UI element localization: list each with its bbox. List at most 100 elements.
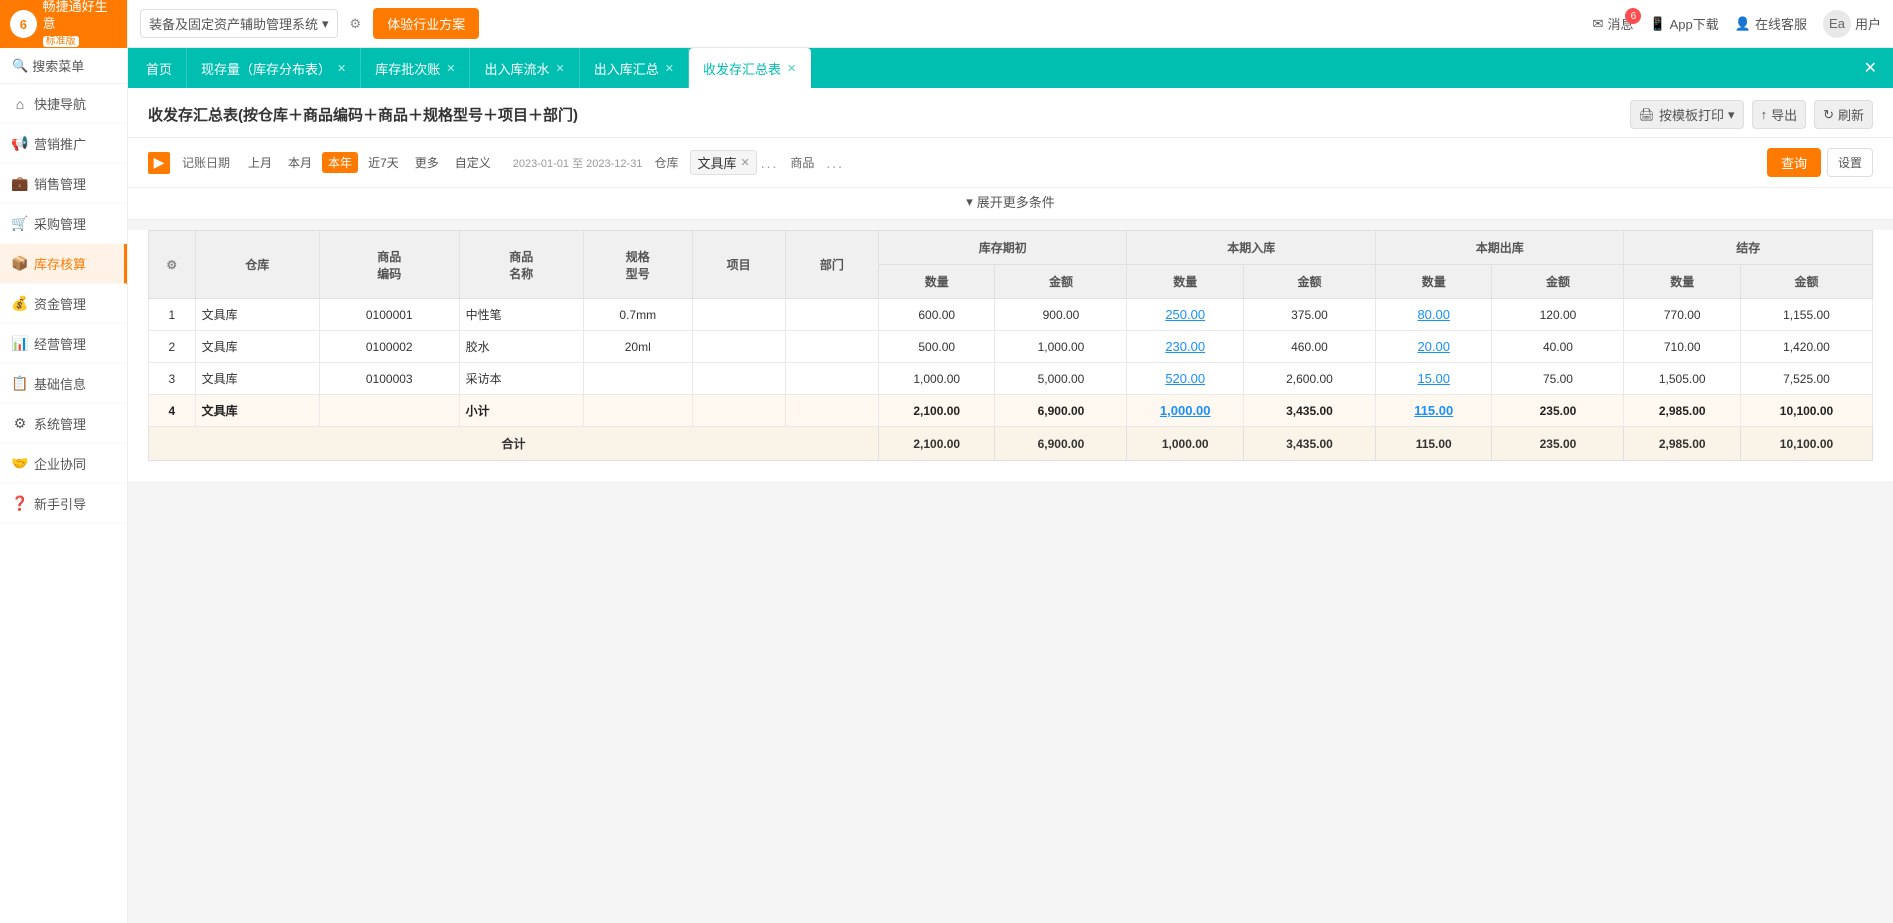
col-group-incoming: 本期入库 xyxy=(1127,231,1376,265)
sidebar-item-inventory[interactable]: 📦 库存核算 xyxy=(0,244,127,284)
tab-batch-ledger[interactable]: 库存批次账 ✕ xyxy=(361,48,470,88)
sidebar-item-collab[interactable]: 🤝 企业协同 xyxy=(0,444,127,484)
col-group-outgoing: 本期出库 xyxy=(1375,231,1624,265)
collab-icon: 🤝 xyxy=(12,456,28,472)
sidebar-item-finance[interactable]: 💰 资金管理 xyxy=(0,284,127,324)
export-button[interactable]: ↑ 导出 xyxy=(1752,100,1807,129)
col-subheader-in-amt: 金额 xyxy=(1243,265,1375,299)
tab-close-batch-ledger[interactable]: ✕ xyxy=(446,62,455,75)
filter-toggle-button[interactable]: ▶ xyxy=(148,152,170,174)
footer-out-qty: 115.00 xyxy=(1375,427,1491,461)
warehouse-filter-label: 仓库 xyxy=(654,154,678,171)
expand-more-button[interactable]: ▾ 展开更多条件 xyxy=(966,192,1055,211)
table-row: 4文具库小计2,100.006,900.001,000.003,435.0011… xyxy=(149,395,1873,427)
sidebar-item-guide[interactable]: ❓ 新手引导 xyxy=(0,484,127,524)
chevron-down-icon: ▾ xyxy=(1728,107,1735,123)
tab-close-stock-summary[interactable]: ✕ xyxy=(787,62,796,75)
chevron-down-icon: ▾ xyxy=(966,194,973,210)
goods-filter-label: 商品 xyxy=(790,154,814,171)
col-subheader-open-qty: 数量 xyxy=(878,265,994,299)
query-button[interactable]: 查询 xyxy=(1767,148,1821,177)
sidebar-item-operations[interactable]: 📊 经营管理 xyxy=(0,324,127,364)
tab-close-inout-summary[interactable]: ✕ xyxy=(665,62,674,75)
warehouse-tag-remove[interactable]: ✕ xyxy=(740,156,749,169)
purchase-icon: 🛒 xyxy=(12,216,28,232)
out-qty-link[interactable]: 15.00 xyxy=(1417,371,1450,386)
date-opt-custom[interactable]: 自定义 xyxy=(449,152,497,173)
tab-inventory-dist[interactable]: 现存量（库存分布表） ✕ xyxy=(187,48,361,88)
warehouse-tag[interactable]: 文具库 ✕ xyxy=(690,150,756,175)
sidebar-search-menu[interactable]: 🔍 搜索菜单 xyxy=(0,48,127,84)
date-opt-this-month[interactable]: 本月 xyxy=(282,152,318,173)
col-header-project: 项目 xyxy=(692,231,785,299)
online-support-button[interactable]: 👤 在线客服 xyxy=(1735,14,1807,33)
table-footer-row: 合计 2,100.00 6,900.00 1,000.00 3,435.00 1… xyxy=(149,427,1873,461)
date-filter-label: 记账日期 xyxy=(182,154,230,171)
footer-in-qty: 1,000.00 xyxy=(1127,427,1243,461)
footer-open-amt: 6,900.00 xyxy=(995,427,1127,461)
app-logo-icon: 6 xyxy=(10,10,37,38)
footer-label: 合计 xyxy=(149,427,879,461)
col-header-code: 商品编码 xyxy=(319,231,459,299)
goods-more-button[interactable]: ... xyxy=(826,155,844,171)
tab-close-inout-flow[interactable]: ✕ xyxy=(556,62,565,75)
table-settings-icon[interactable]: ⚙ xyxy=(149,231,196,299)
export-icon: ↑ xyxy=(1761,107,1768,122)
sidebar-item-quicknav[interactable]: ⌂ 快捷导航 xyxy=(0,84,127,124)
date-range-display: 2023-01-01 至 2023-12-31 xyxy=(513,155,643,171)
refresh-button[interactable]: ↻ 刷新 xyxy=(1814,100,1873,129)
filter-actions: 查询 设置 xyxy=(1767,148,1873,177)
col-group-opening: 库存期初 xyxy=(878,231,1127,265)
app-download-button[interactable]: 📱 App下载 xyxy=(1649,14,1718,33)
page-actions: 🖨 按模板打印 ▾ ↑ 导出 ↻ 刷新 xyxy=(1630,100,1874,129)
basicinfo-icon: 📋 xyxy=(12,376,28,392)
out-qty-link[interactable]: 80.00 xyxy=(1417,307,1450,322)
footer-close-qty: 2,985.00 xyxy=(1624,427,1740,461)
close-all-tabs-button[interactable]: ✕ xyxy=(1852,58,1889,78)
template-print-button[interactable]: 🖨 按模板打印 ▾ xyxy=(1630,100,1744,129)
date-options: 上月 本月 本年 近7天 更多 自定义 xyxy=(242,152,497,173)
tab-stock-summary[interactable]: 收发存汇总表 ✕ xyxy=(689,48,811,88)
out-qty-link[interactable]: 115.00 xyxy=(1414,403,1453,418)
tab-close-inventory-dist[interactable]: ✕ xyxy=(337,62,346,75)
topbar-right: ✉ 消息 6 📱 App下载 👤 在线客服 Ea 用户 xyxy=(1593,10,1881,38)
system-select[interactable]: 装备及固定资产辅助管理系统 ▾ xyxy=(140,9,338,38)
col-subheader-close-qty: 数量 xyxy=(1624,265,1740,299)
app-logo-text: 畅捷通好生意 标准版 xyxy=(43,0,117,49)
warehouse-more-button[interactable]: ... xyxy=(761,155,779,171)
filter-bar: ▶ 记账日期 上月 本月 本年 近7天 更多 自定义 2023-01-01 至 … xyxy=(128,138,1893,188)
in-qty-link[interactable]: 1,000.00 xyxy=(1160,403,1211,418)
table-row: 1文具库0100001中性笔0.7mm600.00900.00250.00375… xyxy=(149,299,1873,331)
date-opt-this-year[interactable]: 本年 xyxy=(322,152,358,173)
page-header: 收发存汇总表(按仓库＋商品编码＋商品＋规格型号＋项目＋部门) 🖨 按模板打印 ▾… xyxy=(128,88,1893,138)
operations-icon: 📊 xyxy=(12,336,28,352)
in-qty-link[interactable]: 250.00 xyxy=(1165,307,1205,322)
avatar: Ea xyxy=(1823,10,1851,38)
col-subheader-close-amt: 金额 xyxy=(1740,265,1872,299)
inventory-icon: 📦 xyxy=(12,256,28,272)
sidebar-item-marketing[interactable]: 📢 营销推广 xyxy=(0,124,127,164)
date-opt-7days[interactable]: 近7天 xyxy=(362,152,405,173)
sidebar-item-sales[interactable]: 💼 销售管理 xyxy=(0,164,127,204)
expand-bar: ▾ 展开更多条件 xyxy=(128,188,1893,220)
user-menu[interactable]: Ea 用户 xyxy=(1823,10,1881,38)
date-opt-more[interactable]: 更多 xyxy=(409,152,445,173)
topbar: 装备及固定资产辅助管理系统 ▾ ⚙ 体验行业方案 ✉ 消息 6 📱 App下载 … xyxy=(128,0,1893,48)
sidebar-item-purchase[interactable]: 🛒 采购管理 xyxy=(0,204,127,244)
sidebar-item-system[interactable]: ⚙ 系统管理 xyxy=(0,404,127,444)
in-qty-link[interactable]: 230.00 xyxy=(1165,339,1205,354)
warehouse-filter: 文具库 ✕ ... xyxy=(690,150,778,175)
tab-inout-summary[interactable]: 出入库汇总 ✕ xyxy=(580,48,689,88)
message-button[interactable]: ✉ 消息 6 xyxy=(1593,14,1634,33)
search-icon: 🔍 xyxy=(12,58,28,74)
tab-inout-flow[interactable]: 出入库流水 ✕ xyxy=(470,48,579,88)
out-qty-link[interactable]: 20.00 xyxy=(1417,339,1450,354)
home-icon: ⌂ xyxy=(12,96,28,112)
trial-button[interactable]: 体验行业方案 xyxy=(373,8,479,39)
gear-icon[interactable]: ⚙ xyxy=(350,16,362,32)
in-qty-link[interactable]: 520.00 xyxy=(1165,371,1205,386)
sidebar-item-basic-info[interactable]: 📋 基础信息 xyxy=(0,364,127,404)
date-opt-last-month[interactable]: 上月 xyxy=(242,152,278,173)
tab-home[interactable]: 首页 xyxy=(132,48,187,88)
setting-button[interactable]: 设置 xyxy=(1827,148,1873,177)
